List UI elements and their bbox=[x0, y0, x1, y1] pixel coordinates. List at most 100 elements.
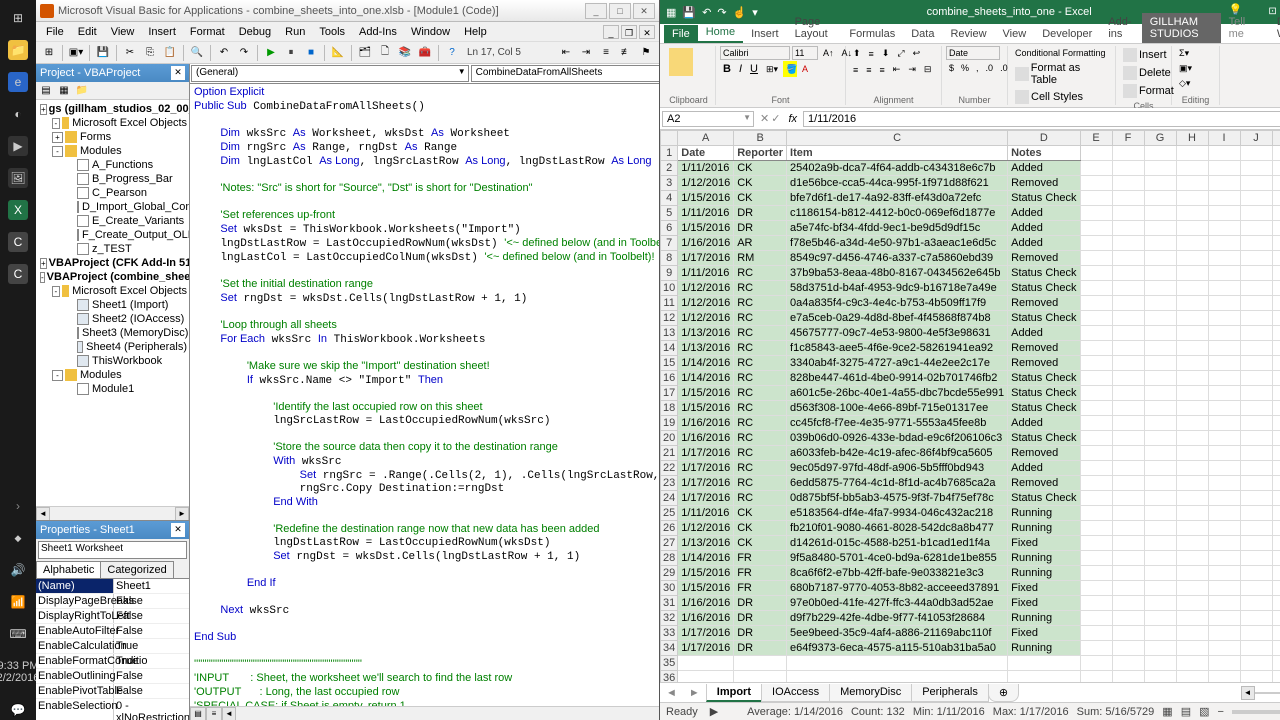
reset-button[interactable]: ■ bbox=[302, 44, 320, 62]
properties-button[interactable]: 🗋 bbox=[376, 44, 394, 62]
italic-button[interactable]: I bbox=[736, 61, 745, 77]
img-icon[interactable]: 🖼 bbox=[8, 168, 28, 188]
tree-node[interactable]: z_TEST bbox=[38, 242, 187, 256]
outdent-button[interactable]: ⇤ bbox=[557, 44, 575, 62]
properties-object-combo[interactable]: Sheet1 Worksheet bbox=[38, 541, 187, 559]
tree-node[interactable]: Module1 bbox=[38, 382, 187, 396]
expand-icon[interactable]: › bbox=[8, 496, 28, 516]
data-row[interactable]: 281/14/2016FR9f5a8480-5701-4ce0-bd9a-628… bbox=[661, 551, 1280, 566]
data-row[interactable]: 31/12/2016CKd1e56bce-cca5-44ca-995f-1f97… bbox=[661, 176, 1280, 191]
toggle-folders-button[interactable]: 📁 bbox=[74, 83, 90, 99]
props-tab-alphabetic[interactable]: Alphabetic bbox=[36, 561, 101, 578]
data-row[interactable]: 151/14/2016RC3340ab4f-3275-4727-a9c1-44e… bbox=[661, 356, 1280, 371]
align-middle-button[interactable]: ≡ bbox=[866, 46, 877, 61]
property-row[interactable]: EnableAutoFilterFalse bbox=[36, 624, 189, 639]
underline-button[interactable]: U bbox=[747, 61, 761, 77]
property-row[interactable]: (Name)Sheet1 bbox=[36, 579, 189, 594]
font-name-combo[interactable]: Calibri bbox=[720, 46, 790, 60]
formula-bar[interactable]: 1/11/2016 bbox=[803, 111, 1280, 127]
uncomment-button[interactable]: ≢ bbox=[617, 44, 635, 62]
data-row[interactable]: 81/17/2016RM8549c97-d456-4746-a337-c7a58… bbox=[661, 251, 1280, 266]
paste-button[interactable]: 📋 bbox=[161, 44, 179, 62]
hscroll-left[interactable]: ◄ bbox=[1241, 686, 1255, 700]
tree-node[interactable]: D_Import_Global_Constants bbox=[38, 200, 187, 214]
sheet-tab-ioaccess[interactable]: IOAccess bbox=[761, 684, 830, 702]
tree-node[interactable]: E_Create_Variants bbox=[38, 214, 187, 228]
qat-save-icon[interactable]: 💾 bbox=[682, 6, 696, 19]
view-normal-button[interactable]: ▦ bbox=[1162, 705, 1172, 718]
tree-node[interactable]: B_Progress_Bar bbox=[38, 172, 187, 186]
inc-decimal-button[interactable]: .0 bbox=[983, 61, 997, 75]
run-button[interactable]: ▶ bbox=[262, 44, 280, 62]
start-icon[interactable]: ⊞ bbox=[8, 8, 28, 28]
find-button[interactable]: 🔍 bbox=[188, 44, 206, 62]
bold-button[interactable]: B bbox=[720, 61, 734, 77]
data-row[interactable]: 291/15/2016FR8ca6f6f2-e7bb-42ff-bafe-9e0… bbox=[661, 566, 1280, 581]
zoom-out-button[interactable]: − bbox=[1218, 706, 1224, 718]
tree-node[interactable]: Sheet2 (IOAccess) bbox=[38, 312, 187, 326]
tray-icon[interactable]: ◆ bbox=[8, 528, 28, 548]
fill-button[interactable]: ▣▾ bbox=[1176, 61, 1195, 76]
clock[interactable]: 9:33 PM2/2/2016 bbox=[0, 656, 39, 688]
currency-button[interactable]: $ bbox=[946, 61, 957, 75]
data-row[interactable]: 171/15/2016RCa601c5e-26bc-40e1-4a55-dbc7… bbox=[661, 386, 1280, 401]
help-button[interactable]: ? bbox=[443, 44, 461, 62]
edge-icon[interactable]: e bbox=[8, 72, 28, 92]
menu-insert[interactable]: Insert bbox=[142, 24, 182, 40]
format-cells-button[interactable]: Format bbox=[1120, 82, 1177, 100]
design-mode-button[interactable]: 📐 bbox=[329, 44, 347, 62]
comment-button[interactable]: ≡ bbox=[597, 44, 615, 62]
menu-file[interactable]: File bbox=[40, 24, 70, 40]
tree-node[interactable]: -VBAProject (combine_sheets_ bbox=[38, 270, 187, 284]
props-tab-categorized[interactable]: Categorized bbox=[100, 561, 173, 578]
data-row[interactable]: 311/16/2016DR97e0b0ed-41fe-427f-ffc3-44a… bbox=[661, 596, 1280, 611]
redo-button[interactable]: ↷ bbox=[235, 44, 253, 62]
align-bottom-button[interactable]: ⬇ bbox=[879, 46, 893, 61]
procedure-combo[interactable]: CombineDataFromAllSheets bbox=[471, 65, 659, 82]
tree-node[interactable]: Sheet4 (Peripherals) bbox=[38, 340, 187, 354]
tree-node[interactable]: -Modules bbox=[38, 144, 187, 158]
ribbon-tab-data[interactable]: Data bbox=[903, 25, 942, 43]
ribbon-tab-view[interactable]: View bbox=[995, 25, 1035, 43]
new-sheet-button[interactable]: ⊕ bbox=[988, 684, 1019, 702]
sheet-nav-prev[interactable]: ◄ bbox=[660, 687, 683, 699]
ribbon-tab-tell-me[interactable]: 💡 Tell me bbox=[1221, 0, 1269, 43]
data-row[interactable]: 321/16/2016DRd9f7b229-42fe-4dbe-9f77-f41… bbox=[661, 611, 1280, 626]
wrap-text-button[interactable]: ↩ bbox=[910, 46, 924, 61]
property-row[interactable]: EnableCalculationTrue bbox=[36, 639, 189, 654]
tree-node[interactable]: ThisWorkbook bbox=[38, 354, 187, 368]
tree-node[interactable]: F_Create_Output_OLD bbox=[38, 228, 187, 242]
format-as-table-button[interactable]: Format as Table bbox=[1012, 60, 1111, 88]
menu-help[interactable]: Help bbox=[458, 24, 493, 40]
sheet-nav-next[interactable]: ► bbox=[683, 687, 706, 699]
percent-button[interactable]: % bbox=[958, 61, 972, 75]
autosum-button[interactable]: Σ▾ bbox=[1176, 46, 1192, 61]
data-row[interactable]: 161/14/2016RC828be447-461d-4be0-9914-02b… bbox=[661, 371, 1280, 386]
notifications-icon[interactable]: 💬 bbox=[8, 700, 28, 720]
menu-debug[interactable]: Debug bbox=[233, 24, 277, 40]
data-row[interactable]: 71/16/2016ARf78e5b46-a34d-4e50-97b1-a3ae… bbox=[661, 236, 1280, 251]
ribbon-tab-dan-wag-[interactable]: Dan Wag... bbox=[1269, 13, 1280, 43]
qat-touch-icon[interactable]: ☝ bbox=[733, 6, 747, 19]
chrome-icon[interactable]: ◐ bbox=[8, 104, 28, 124]
tree-node[interactable]: Sheet1 (Import) bbox=[38, 298, 187, 312]
data-row[interactable]: 141/13/2016RCf1c85843-aee5-4f6e-9ce2-582… bbox=[661, 341, 1280, 356]
object-browser-button[interactable]: 📚 bbox=[396, 44, 414, 62]
tree-node[interactable]: +VBAProject (CFK Add-In 510.xl bbox=[38, 256, 187, 270]
network-icon[interactable]: 📶 bbox=[8, 592, 28, 612]
tree-node[interactable]: -Microsoft Excel Objects bbox=[38, 284, 187, 298]
border-button[interactable]: ⊞▾ bbox=[763, 61, 781, 77]
paste-button[interactable] bbox=[666, 46, 696, 78]
delete-cells-button[interactable]: Delete bbox=[1120, 64, 1174, 82]
cancel-icon[interactable]: ✕ bbox=[760, 112, 769, 125]
data-row[interactable]: 181/15/2016RCd563f308-100e-4e66-89bf-715… bbox=[661, 401, 1280, 416]
data-row[interactable]: 101/12/2016RC58d3751d-b4af-4953-9dc9-b16… bbox=[661, 281, 1280, 296]
data-row[interactable]: 271/13/2016CKd14261d-015c-4588-b251-b1ca… bbox=[661, 536, 1280, 551]
data-row[interactable]: 121/12/2016RCe7a5ceb-0a29-4d8d-8bef-4f45… bbox=[661, 311, 1280, 326]
grow-font-button[interactable]: A↑ bbox=[820, 46, 837, 60]
tree-node[interactable]: -Modules bbox=[38, 368, 187, 382]
menu-edit[interactable]: Edit bbox=[72, 24, 103, 40]
ribbon-tab-developer[interactable]: Developer bbox=[1034, 25, 1100, 43]
menu-format[interactable]: Format bbox=[184, 24, 231, 40]
tree-node[interactable]: +gs (gillham_studios_02_00_02 bbox=[38, 102, 187, 116]
